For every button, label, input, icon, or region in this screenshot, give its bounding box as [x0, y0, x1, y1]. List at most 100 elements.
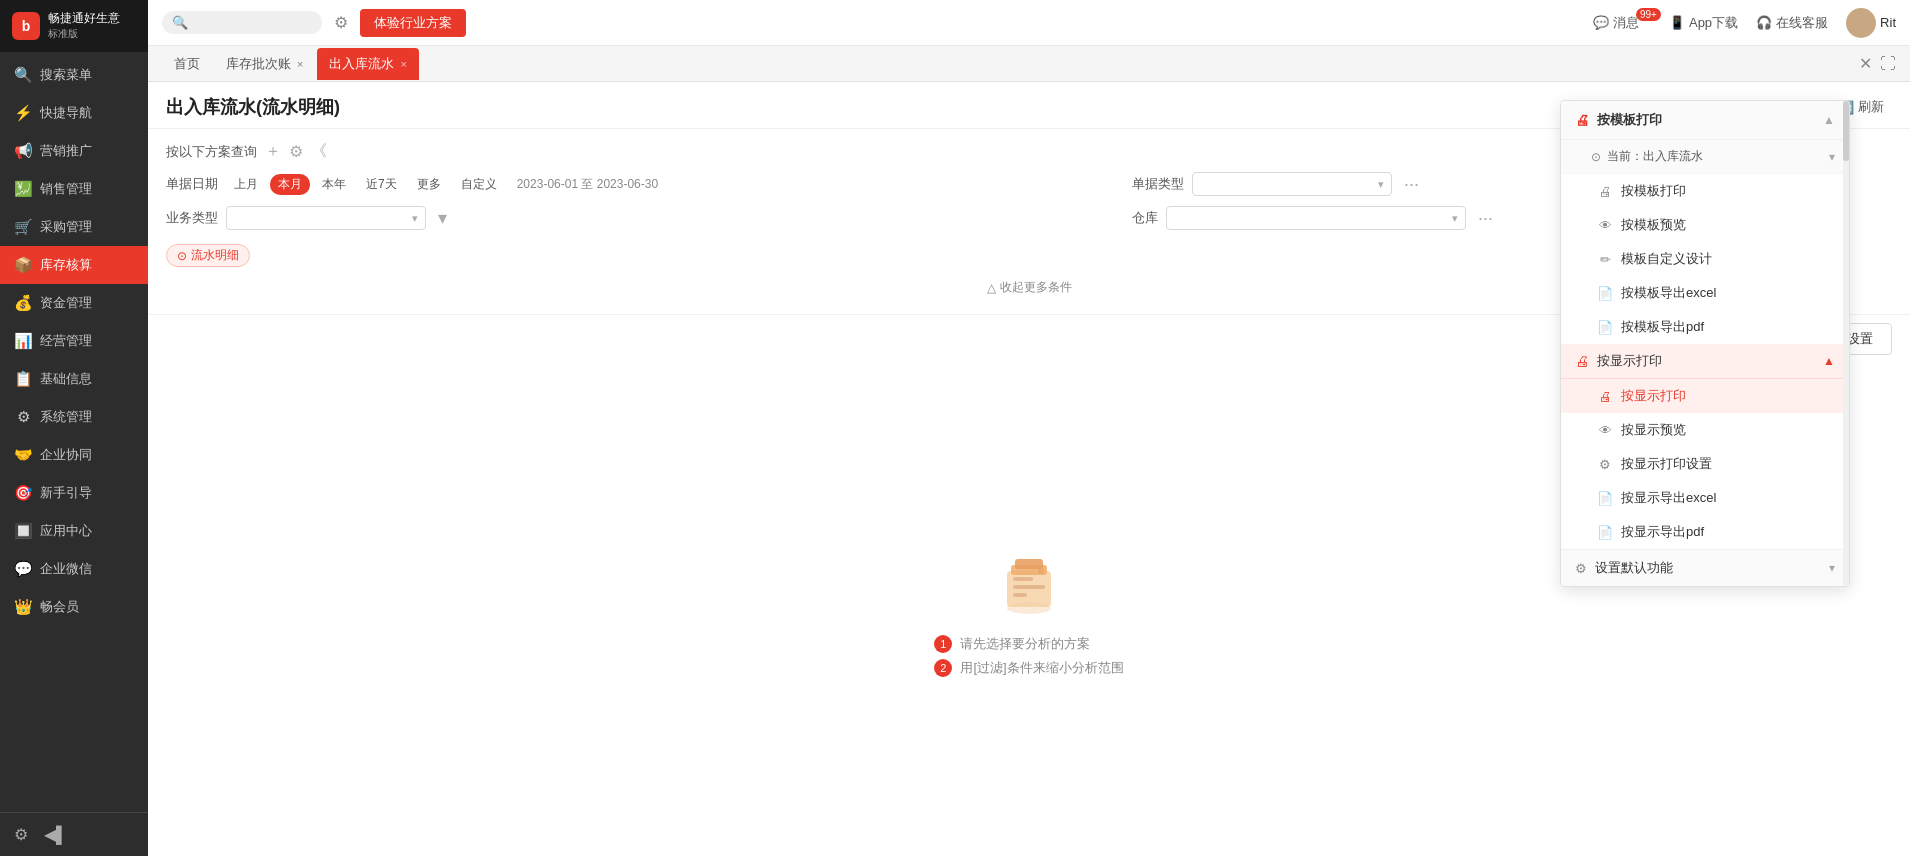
warehouse-more-icon[interactable]: ···: [1478, 208, 1493, 229]
maximize-icon[interactable]: ⛶: [1880, 55, 1896, 73]
current-template-header: ⊙ 当前：出入库流水 ▾: [1561, 140, 1849, 174]
tab-flow-label: 出入库流水: [329, 55, 394, 73]
chevron-up-icon: ▲: [1823, 113, 1835, 127]
date-range: 2023-06-01 至 2023-06-30: [517, 176, 658, 193]
handshake-icon: 🤝: [14, 446, 32, 464]
template-custom-item[interactable]: ✏ 模板自定义设计: [1561, 242, 1849, 276]
topbar-gear-icon[interactable]: ⚙: [334, 13, 348, 32]
bar-chart-icon: 📊: [14, 332, 32, 350]
current-template-label: 当前：出入库流水: [1607, 148, 1703, 165]
online-service-button[interactable]: 🎧 在线客服: [1756, 14, 1828, 32]
bill-type-more-icon[interactable]: ···: [1404, 174, 1419, 195]
template-export-excel-label: 按模板导出excel: [1621, 284, 1716, 302]
printer-header-icon: 🖨: [1575, 112, 1589, 128]
message-badge: 99+: [1636, 8, 1661, 21]
sidebar-item-system[interactable]: ⚙ 系统管理: [0, 398, 148, 436]
warehouse-select-wrapper: [1166, 206, 1466, 230]
grid-icon: 🔲: [14, 522, 32, 540]
chevron-up-icon-toggle: ▲: [1823, 354, 1835, 368]
display-pdf-icon: 📄: [1597, 525, 1613, 540]
empty-illustration: [989, 543, 1069, 623]
display-print-settings-item[interactable]: ⚙ 按显示打印设置: [1561, 447, 1849, 481]
sidebar-item-apps[interactable]: 🔲 应用中心: [0, 512, 148, 550]
display-export-pdf-label: 按显示导出pdf: [1621, 523, 1704, 541]
display-print-icon: 🖨: [1597, 389, 1613, 404]
sidebar: b 畅捷通好生意 标准版 🔍 搜索菜单 ⚡ 快捷导航 📢 营销推广 💹 销售管理…: [0, 0, 148, 856]
date-tab-this-year[interactable]: 本年: [314, 174, 354, 195]
display-print-item[interactable]: 🖨 按显示打印: [1561, 379, 1849, 413]
app-download-button[interactable]: 📱 App下载: [1669, 14, 1738, 32]
template-print-item[interactable]: 🖨 按模板打印: [1561, 174, 1849, 208]
topbar-right: 💬 消息 99+ 📱 App下载 🎧 在线客服 Rit: [1593, 8, 1896, 38]
bill-type-label: 单据类型: [1132, 175, 1184, 193]
tab-flow[interactable]: 出入库流水 ×: [317, 48, 418, 80]
template-export-excel-item[interactable]: 📄 按模板导出excel: [1561, 276, 1849, 310]
bill-type-select[interactable]: [1192, 172, 1392, 196]
sidebar-item-shortcuts[interactable]: ⚡ 快捷导航: [0, 94, 148, 132]
scrollbar[interactable]: [1843, 101, 1849, 586]
filter-tag-label: 流水明细: [191, 247, 239, 264]
template-export-pdf-label: 按模板导出pdf: [1621, 318, 1704, 336]
warehouse-label: 仓库: [1132, 209, 1158, 227]
template-export-pdf-item[interactable]: 📄 按模板导出pdf: [1561, 310, 1849, 344]
sidebar-item-wechat[interactable]: 💬 企业微信: [0, 550, 148, 588]
sidebar-item-label: 应用中心: [40, 522, 92, 540]
filter-add-button[interactable]: ＋: [265, 141, 281, 162]
default-function-icon: ⚙: [1575, 561, 1587, 576]
business-type-select[interactable]: [226, 206, 426, 230]
sidebar-item-finance[interactable]: 💰 资金管理: [0, 284, 148, 322]
sidebar-item-label: 畅会员: [40, 598, 79, 616]
display-export-excel-item[interactable]: 📄 按显示导出excel: [1561, 481, 1849, 515]
settings-icon[interactable]: ⚙: [14, 825, 28, 844]
date-tab-more[interactable]: 更多: [409, 174, 449, 195]
sidebar-item-member[interactable]: 👑 畅会员: [0, 588, 148, 626]
display-export-pdf-item[interactable]: 📄 按显示导出pdf: [1561, 515, 1849, 549]
svg-rect-4: [1013, 577, 1033, 581]
filter-tag[interactable]: ⊙ 流水明细: [166, 244, 250, 267]
sidebar-item-search[interactable]: 🔍 搜索菜单: [0, 56, 148, 94]
chevron-up-icon: △: [987, 281, 996, 295]
close-window-icon[interactable]: ✕: [1859, 54, 1872, 73]
sidebar-item-label: 库存核算: [40, 256, 92, 274]
date-tab-last-month[interactable]: 上月: [226, 174, 266, 195]
search-input[interactable]: [194, 16, 294, 30]
sidebar-item-inventory[interactable]: 📦 库存核算: [0, 246, 148, 284]
message-button[interactable]: 💬 消息 99+: [1593, 14, 1651, 32]
date-tab-this-month[interactable]: 本月: [270, 174, 310, 195]
trial-button[interactable]: 体验行业方案: [360, 9, 466, 37]
sidebar-item-purchase[interactable]: 🛒 采购管理: [0, 208, 148, 246]
warehouse-select[interactable]: [1166, 206, 1466, 230]
collapse-icon[interactable]: ◀▌: [44, 825, 67, 844]
scrollbar-thumb[interactable]: [1843, 101, 1849, 161]
display-print-label: 按显示打印: [1621, 387, 1686, 405]
user-profile[interactable]: Rit: [1846, 8, 1896, 38]
app-edition: 标准版: [48, 27, 120, 41]
pdf-icon: 📄: [1597, 320, 1613, 335]
display-print-section-toggle[interactable]: 🖨 按显示打印 ▲: [1561, 344, 1849, 379]
sidebar-item-basic[interactable]: 📋 基础信息: [0, 360, 148, 398]
topbar-search[interactable]: 🔍: [162, 11, 322, 34]
tab-batch-close[interactable]: ×: [297, 58, 303, 70]
sidebar-item-marketing[interactable]: 📢 营销推广: [0, 132, 148, 170]
page-title: 出入库流水(流水明细): [166, 95, 340, 119]
date-tab-custom[interactable]: 自定义: [453, 174, 505, 195]
display-print-header-label: 按显示打印: [1597, 352, 1662, 370]
sidebar-item-enterprise[interactable]: 🤝 企业协同: [0, 436, 148, 474]
filter-collapse-icon[interactable]: 《: [311, 141, 327, 162]
display-preview-item[interactable]: 👁 按显示预览: [1561, 413, 1849, 447]
date-tab-7days[interactable]: 近7天: [358, 174, 405, 195]
sidebar-item-operations[interactable]: 📊 经营管理: [0, 322, 148, 360]
chevron-down-footer-icon: ▾: [1829, 561, 1835, 575]
tab-home[interactable]: 首页: [162, 48, 212, 80]
clipboard-icon: 📋: [14, 370, 32, 388]
filter-settings-icon[interactable]: ⚙: [289, 142, 303, 161]
tab-flow-close[interactable]: ×: [400, 58, 406, 70]
sidebar-item-label: 销售管理: [40, 180, 92, 198]
default-function-item[interactable]: ⚙ 设置默认功能 ▾: [1561, 549, 1849, 586]
wechat-icon: 💬: [14, 560, 32, 578]
sidebar-item-label: 基础信息: [40, 370, 92, 388]
template-preview-item[interactable]: 👁 按模板预览: [1561, 208, 1849, 242]
sidebar-item-guide[interactable]: 🎯 新手引导: [0, 474, 148, 512]
tab-batch[interactable]: 库存批次账 ×: [214, 48, 315, 80]
sidebar-item-sales[interactable]: 💹 销售管理: [0, 170, 148, 208]
